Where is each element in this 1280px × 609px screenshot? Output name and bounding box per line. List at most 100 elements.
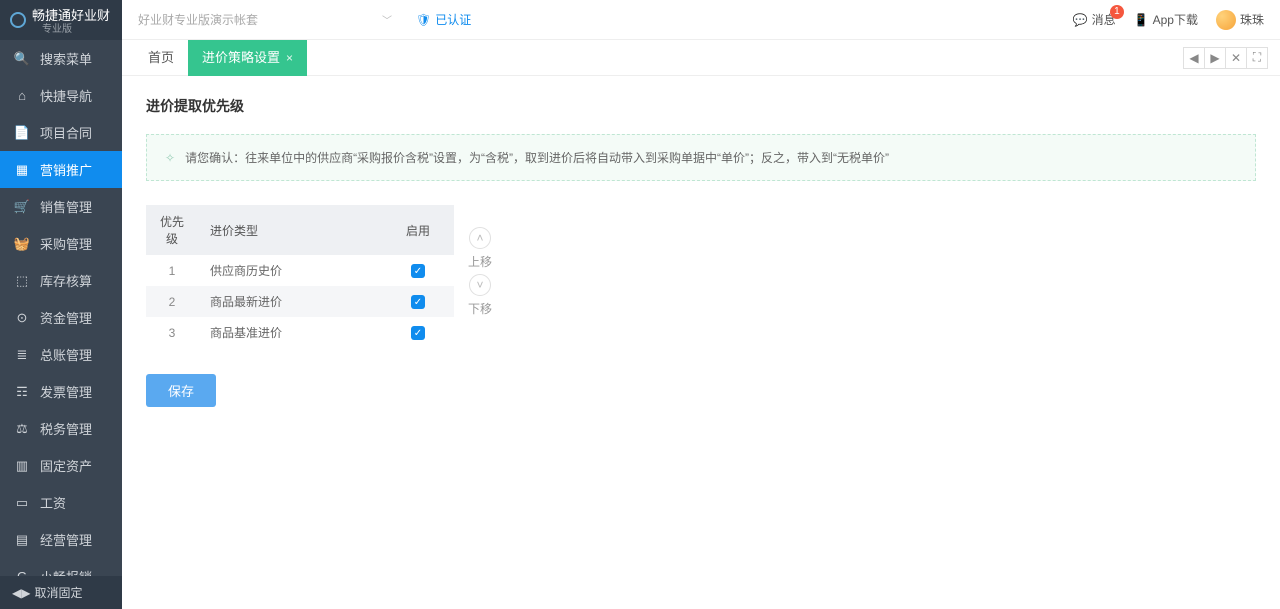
sidebar-item-expense[interactable]: G 小畅报销 [0, 558, 122, 576]
cell-priority: 1 [146, 255, 198, 286]
sidebar-item-purchase[interactable]: 🧺 采购管理 [0, 225, 122, 262]
sidebar-item-label: 工资 [40, 493, 66, 512]
sidebar-item-marketing[interactable]: ▦ 营销推广 [0, 151, 122, 188]
cell-type: 商品最新进价 [198, 286, 382, 317]
verified-label: 已认证 [435, 11, 471, 28]
topbar: 好业财专业版演示帐套 ﹀ 🛡 已认证 💬 消息 1 📱 App下载 [122, 0, 1280, 40]
sidebar-item-label: 发票管理 [40, 382, 92, 401]
table-row[interactable]: 3商品基准进价 ✓ [146, 317, 454, 348]
sidebar-footer-label: 取消固定 [34, 584, 82, 601]
sidebar-item-label: 库存核算 [40, 271, 92, 290]
close-icon[interactable]: × [286, 40, 293, 76]
th-enabled: 启用 [382, 205, 454, 255]
sidebar-item-ledger[interactable]: ≣总账管理 [0, 336, 122, 373]
checkbox[interactable]: ✓ [411, 264, 425, 278]
tip-icon: ✧ [165, 151, 175, 165]
sidebar-item-label: 快捷导航 [40, 86, 92, 105]
sidebar-item-label: 采购管理 [40, 234, 92, 253]
salary-icon: ▭ [14, 495, 30, 511]
verified-badge: 🛡 已认证 [416, 11, 471, 28]
sidebar-item-label: 经营管理 [40, 530, 92, 549]
sidebar-menu: 🔍 搜索菜单 ⌂ 快捷导航 📄项目合同 ▦ 营销推广 🛒销售管理 🧺 采购管理 ⬚ 库存核算 ⊙ 资金管理… [0, 40, 122, 576]
cell-type: 供应商历史价 [198, 255, 382, 286]
app-download-button[interactable]: 📱 App下载 [1134, 11, 1198, 28]
download-label: App下载 [1153, 11, 1198, 28]
tab-0[interactable]: 首页 [134, 40, 188, 76]
message-badge: 1 [1110, 5, 1124, 19]
tab-prev-button[interactable]: ◀ [1183, 47, 1205, 69]
sidebar-item-label: 总账管理 [40, 345, 92, 364]
search-icon: 🔍 [14, 51, 30, 67]
sidebar-item-label: 销售管理 [40, 197, 92, 216]
marketing-icon: ▦ [14, 162, 30, 178]
table-row[interactable]: 2商品最新进价 ✓ [146, 286, 454, 317]
sidebar-item-label: 固定资产 [40, 456, 92, 475]
tab-label: 进价策略设置 [202, 40, 280, 76]
cell-type: 商品基准进价 [198, 317, 382, 348]
sidebar-item-asset[interactable]: ▥ 固定资产 [0, 447, 122, 484]
checkbox[interactable]: ✓ [411, 326, 425, 340]
table-row[interactable]: 1供应商历史价 ✓ [146, 255, 454, 286]
cell-priority: 3 [146, 317, 198, 348]
sidebar-item-sales[interactable]: 🛒销售管理 [0, 188, 122, 225]
chevron-down-icon: ﹀ [382, 12, 392, 27]
sidebar-item-label: 资金管理 [40, 308, 92, 327]
pin-icon: ◀▶ [12, 586, 30, 600]
move-up-button[interactable]: ˄ [469, 227, 491, 249]
sidebar-item-label: 项目合同 [40, 123, 92, 142]
shield-icon: 🛡 [416, 13, 431, 27]
sidebar-item-invoice[interactable]: ☶ 发票管理 [0, 373, 122, 410]
user-menu[interactable]: 珠珠 [1216, 10, 1264, 30]
brand: 畅捷通好业财 专业版 [0, 0, 122, 40]
biz-icon: ▤ [14, 532, 30, 548]
checkbox[interactable]: ✓ [411, 295, 425, 309]
asset-icon: ▥ [14, 458, 30, 474]
save-button[interactable]: 保存 [146, 374, 216, 407]
th-type: 进价类型 [198, 205, 382, 255]
sidebar-item-search[interactable]: 🔍 搜索菜单 [0, 40, 122, 77]
tab-1[interactable]: 进价策略设置× [188, 40, 307, 76]
move-down-button[interactable]: ˅ [469, 274, 491, 296]
sidebar: 畅捷通好业财 专业版 🔍 搜索菜单 ⌂ 快捷导航 📄项目合同 ▦ 营销推广 🛒销售管理 🧺 采购管… [0, 0, 122, 609]
sidebar-pin-toggle[interactable]: ◀▶ 取消固定 [0, 576, 122, 609]
cell-enabled: ✓ [382, 255, 454, 286]
stock-icon: ⬚ [14, 273, 30, 289]
sidebar-item-biz[interactable]: ▤ 经营管理 [0, 521, 122, 558]
purchase-icon: 🧺 [14, 236, 30, 252]
sidebar-item-label: 小畅报销 [40, 567, 92, 576]
sidebar-item-tax[interactable]: ⚖税务管理 [0, 410, 122, 447]
tax-icon: ⚖ [14, 421, 30, 437]
priority-table: 优先级 进价类型 启用 1供应商历史价 ✓ 2商品最新进价 ✓ 3商品基准进价 ✓ [146, 205, 454, 348]
sidebar-item-fund[interactable]: ⊙ 资金管理 [0, 299, 122, 336]
sidebar-item-salary[interactable]: ▭ 工资 [0, 484, 122, 521]
chat-icon: 💬 [1073, 13, 1088, 27]
message-button[interactable]: 💬 消息 1 [1073, 11, 1116, 28]
cell-enabled: ✓ [382, 317, 454, 348]
content: 进价提取优先级 ✧ 请您确认：往来单位中的供应商“采购报价含税”设置，为“含税”… [122, 76, 1280, 609]
sidebar-item-label: 营销推广 [40, 160, 92, 179]
invoice-icon: ☶ [14, 384, 30, 400]
tenant-selector[interactable]: 好业财专业版演示帐套 ﹀ [138, 11, 392, 28]
brand-logo-icon [10, 12, 26, 28]
tab-fullscreen-button[interactable]: ⛶ [1246, 47, 1268, 69]
sidebar-item-contract[interactable]: 📄项目合同 [0, 114, 122, 151]
home-icon: ⌂ [14, 88, 30, 104]
tab-close-button[interactable]: ✕ [1225, 47, 1247, 69]
expense-icon: G [14, 569, 30, 577]
tabs: 首页进价策略设置× ◀ ▶ ✕ ⛶ [122, 40, 1280, 76]
user-name: 珠珠 [1240, 11, 1264, 28]
tenant-name: 好业财专业版演示帐套 [138, 11, 258, 28]
move-down-label: 下移 [468, 300, 492, 317]
fund-icon: ⊙ [14, 310, 30, 326]
tip-box: ✧ 请您确认：往来单位中的供应商“采购报价含税”设置，为“含税”，取到进价后将自… [146, 134, 1256, 181]
tab-next-button[interactable]: ▶ [1204, 47, 1226, 69]
th-priority: 优先级 [146, 205, 198, 255]
sidebar-item-home[interactable]: ⌂ 快捷导航 [0, 77, 122, 114]
tip-text: 请您确认：往来单位中的供应商“采购报价含税”设置，为“含税”，取到进价后将自动带… [185, 149, 889, 166]
sidebar-item-stock[interactable]: ⬚ 库存核算 [0, 262, 122, 299]
tab-controls: ◀ ▶ ✕ ⛶ [1184, 47, 1268, 69]
sidebar-item-label: 搜索菜单 [40, 49, 92, 68]
tab-label: 首页 [148, 50, 174, 65]
avatar [1216, 10, 1236, 30]
cell-priority: 2 [146, 286, 198, 317]
